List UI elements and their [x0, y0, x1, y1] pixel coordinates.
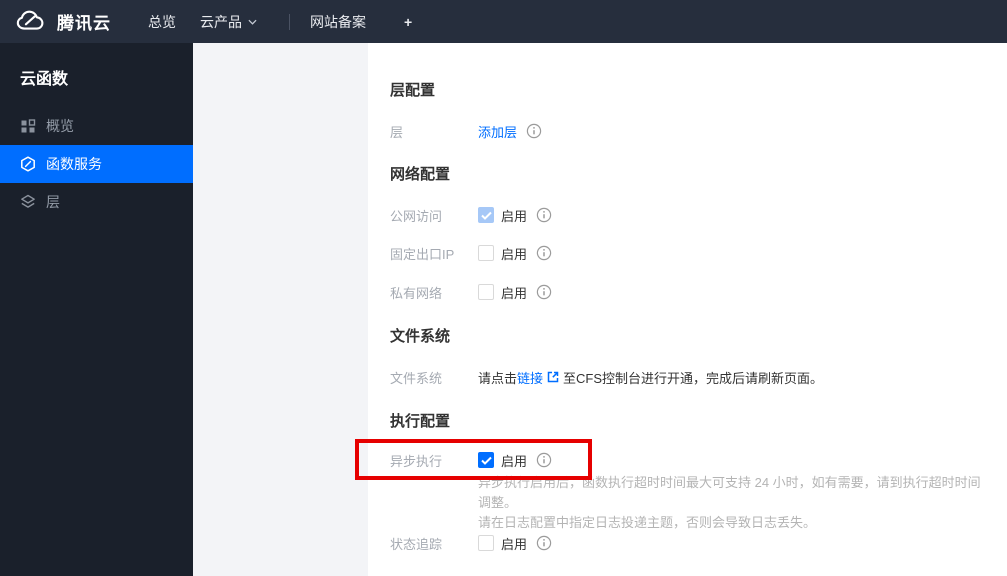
nav-overview[interactable]: 总览: [148, 12, 176, 32]
public-network-row: 公网访问 启用: [390, 205, 552, 225]
add-product-tab-button[interactable]: +: [404, 14, 412, 30]
section-title-network-config: 网络配置: [390, 166, 451, 183]
fixed-egress-ip-checkbox[interactable]: [478, 245, 494, 261]
function-settings-panel: 层配置 层 添加层 网络配置 公网访问 启用 固定出口IP 启用 私有网络 启用…: [368, 43, 1007, 576]
async-execution-checkbox[interactable]: [478, 452, 494, 468]
public-network-checkbox[interactable]: [478, 207, 494, 223]
status-tracking-checkbox[interactable]: [478, 535, 494, 551]
brand-name: 腾讯云: [57, 14, 111, 33]
sidebar-item-label: 函数服务: [46, 156, 102, 172]
public-network-label: 公网访问: [390, 208, 443, 224]
file-system-label: 文件系统: [390, 370, 443, 386]
section-title-file-system: 文件系统: [390, 328, 451, 345]
fixed-egress-ip-label: 固定出口IP: [390, 246, 455, 262]
section-title-layer-config: 层配置: [390, 82, 436, 99]
nav-divider: [289, 13, 290, 30]
cfs-console-link[interactable]: 链接: [517, 368, 543, 387]
tencent-cloud-brand[interactable]: 腾讯云: [15, 9, 111, 34]
function-hexagon-icon: [20, 156, 36, 172]
external-link-icon[interactable]: [546, 370, 560, 384]
file-system-text-before: 请点击: [478, 370, 518, 386]
enable-label: 启用: [501, 246, 528, 262]
async-execution-description: 异步执行启用后，函数执行超时时间最大可支持 24 小时，如有需要，请到执行超时时…: [478, 473, 983, 533]
fixed-egress-ip-row: 固定出口IP 启用: [390, 243, 552, 263]
sidebar-item-function-service[interactable]: 函数服务: [0, 145, 193, 183]
info-icon[interactable]: [536, 207, 552, 223]
chevron-down-icon: [248, 19, 257, 25]
tencent-cloud-logo-icon: [16, 10, 44, 30]
status-tracking-label: 状态追踪: [390, 536, 443, 552]
layer-label: 层: [390, 124, 404, 140]
nav-cloud-products-label: 云产品: [200, 13, 242, 30]
file-system-row: 文件系统 请点击 链接 至CFS控制台进行开通，完成后请刷新页面。: [390, 367, 823, 387]
top-navigation: 总览 云产品 网站备案 +: [148, 12, 412, 32]
sidebar-item-overview[interactable]: 概览: [0, 107, 193, 145]
sidebar-item-layers[interactable]: 层: [0, 183, 193, 221]
nav-cloud-products[interactable]: 云产品: [200, 12, 257, 32]
grid-icon: [20, 118, 36, 134]
file-system-text-after: 至CFS控制台进行开通，完成后请刷新页面。: [563, 370, 824, 386]
layers-icon: [20, 194, 36, 210]
info-icon[interactable]: [536, 245, 552, 261]
async-description-line2: 请在日志配置中指定日志投递主题，否则会导致日志丢失。: [478, 515, 817, 530]
status-tracking-row: 状态追踪 启用: [390, 533, 552, 553]
info-icon[interactable]: [536, 452, 552, 468]
info-icon[interactable]: [526, 123, 542, 139]
vpc-checkbox[interactable]: [478, 284, 494, 300]
sidebar: 云函数 概览 函数服务 层: [0, 43, 193, 576]
enable-label: 启用: [501, 536, 528, 552]
enable-label: 启用: [501, 285, 528, 301]
nav-icp-filing[interactable]: 网站备案: [310, 12, 366, 32]
sidebar-title: 云函数: [20, 71, 69, 88]
vpc-label: 私有网络: [390, 285, 443, 301]
vpc-row: 私有网络 启用: [390, 282, 552, 302]
layer-row: 层 添加层: [390, 121, 542, 141]
info-icon[interactable]: [536, 535, 552, 551]
sidebar-item-label: 层: [46, 194, 60, 210]
section-title-execution-config: 执行配置: [390, 413, 451, 430]
info-icon[interactable]: [536, 284, 552, 300]
async-description-line1: 异步执行启用后，函数执行超时时间最大可支持 24 小时，如有需要，请到执行超时时…: [478, 475, 981, 510]
topbar: 腾讯云 总览 云产品 网站备案 +: [0, 0, 1007, 43]
async-execution-row: 异步执行 启用: [390, 450, 552, 470]
add-layer-link[interactable]: 添加层: [478, 122, 517, 141]
content-gutter: [193, 43, 368, 576]
async-execution-label: 异步执行: [390, 453, 443, 469]
sidebar-menu: 概览 函数服务 层: [0, 107, 193, 221]
sidebar-item-label: 概览: [46, 118, 74, 134]
enable-label: 启用: [501, 453, 528, 469]
enable-label: 启用: [501, 208, 528, 224]
